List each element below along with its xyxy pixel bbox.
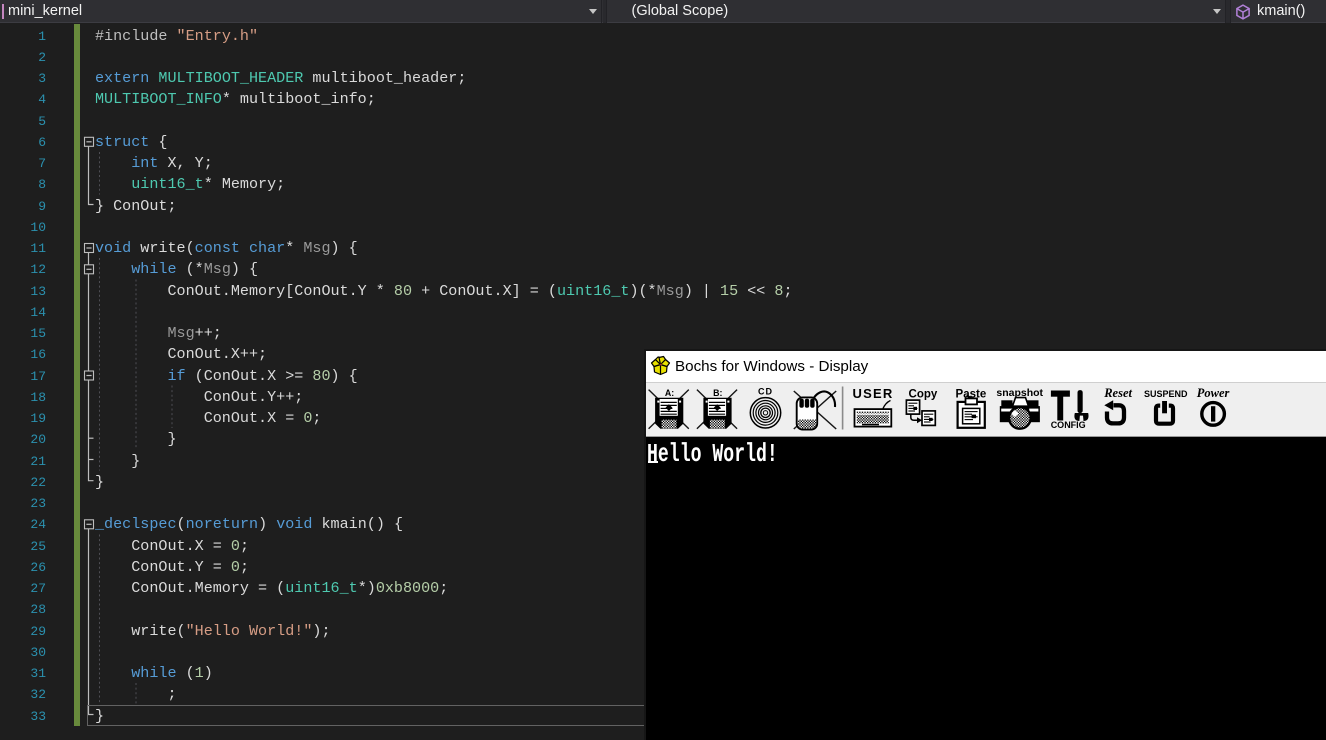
svg-text:A:: A: xyxy=(665,388,674,398)
svg-text:CD: CD xyxy=(758,387,773,397)
svg-text:USER: USER xyxy=(853,386,894,401)
svg-text:CONFIG: CONFIG xyxy=(1051,420,1086,430)
svg-text:B:: B: xyxy=(713,388,722,398)
svg-text:Power: Power xyxy=(1197,386,1230,400)
svg-text:Reset: Reset xyxy=(1103,386,1132,400)
svg-text:Copy: Copy xyxy=(909,389,938,401)
svg-text:SUSPEND: SUSPEND xyxy=(1144,389,1188,399)
